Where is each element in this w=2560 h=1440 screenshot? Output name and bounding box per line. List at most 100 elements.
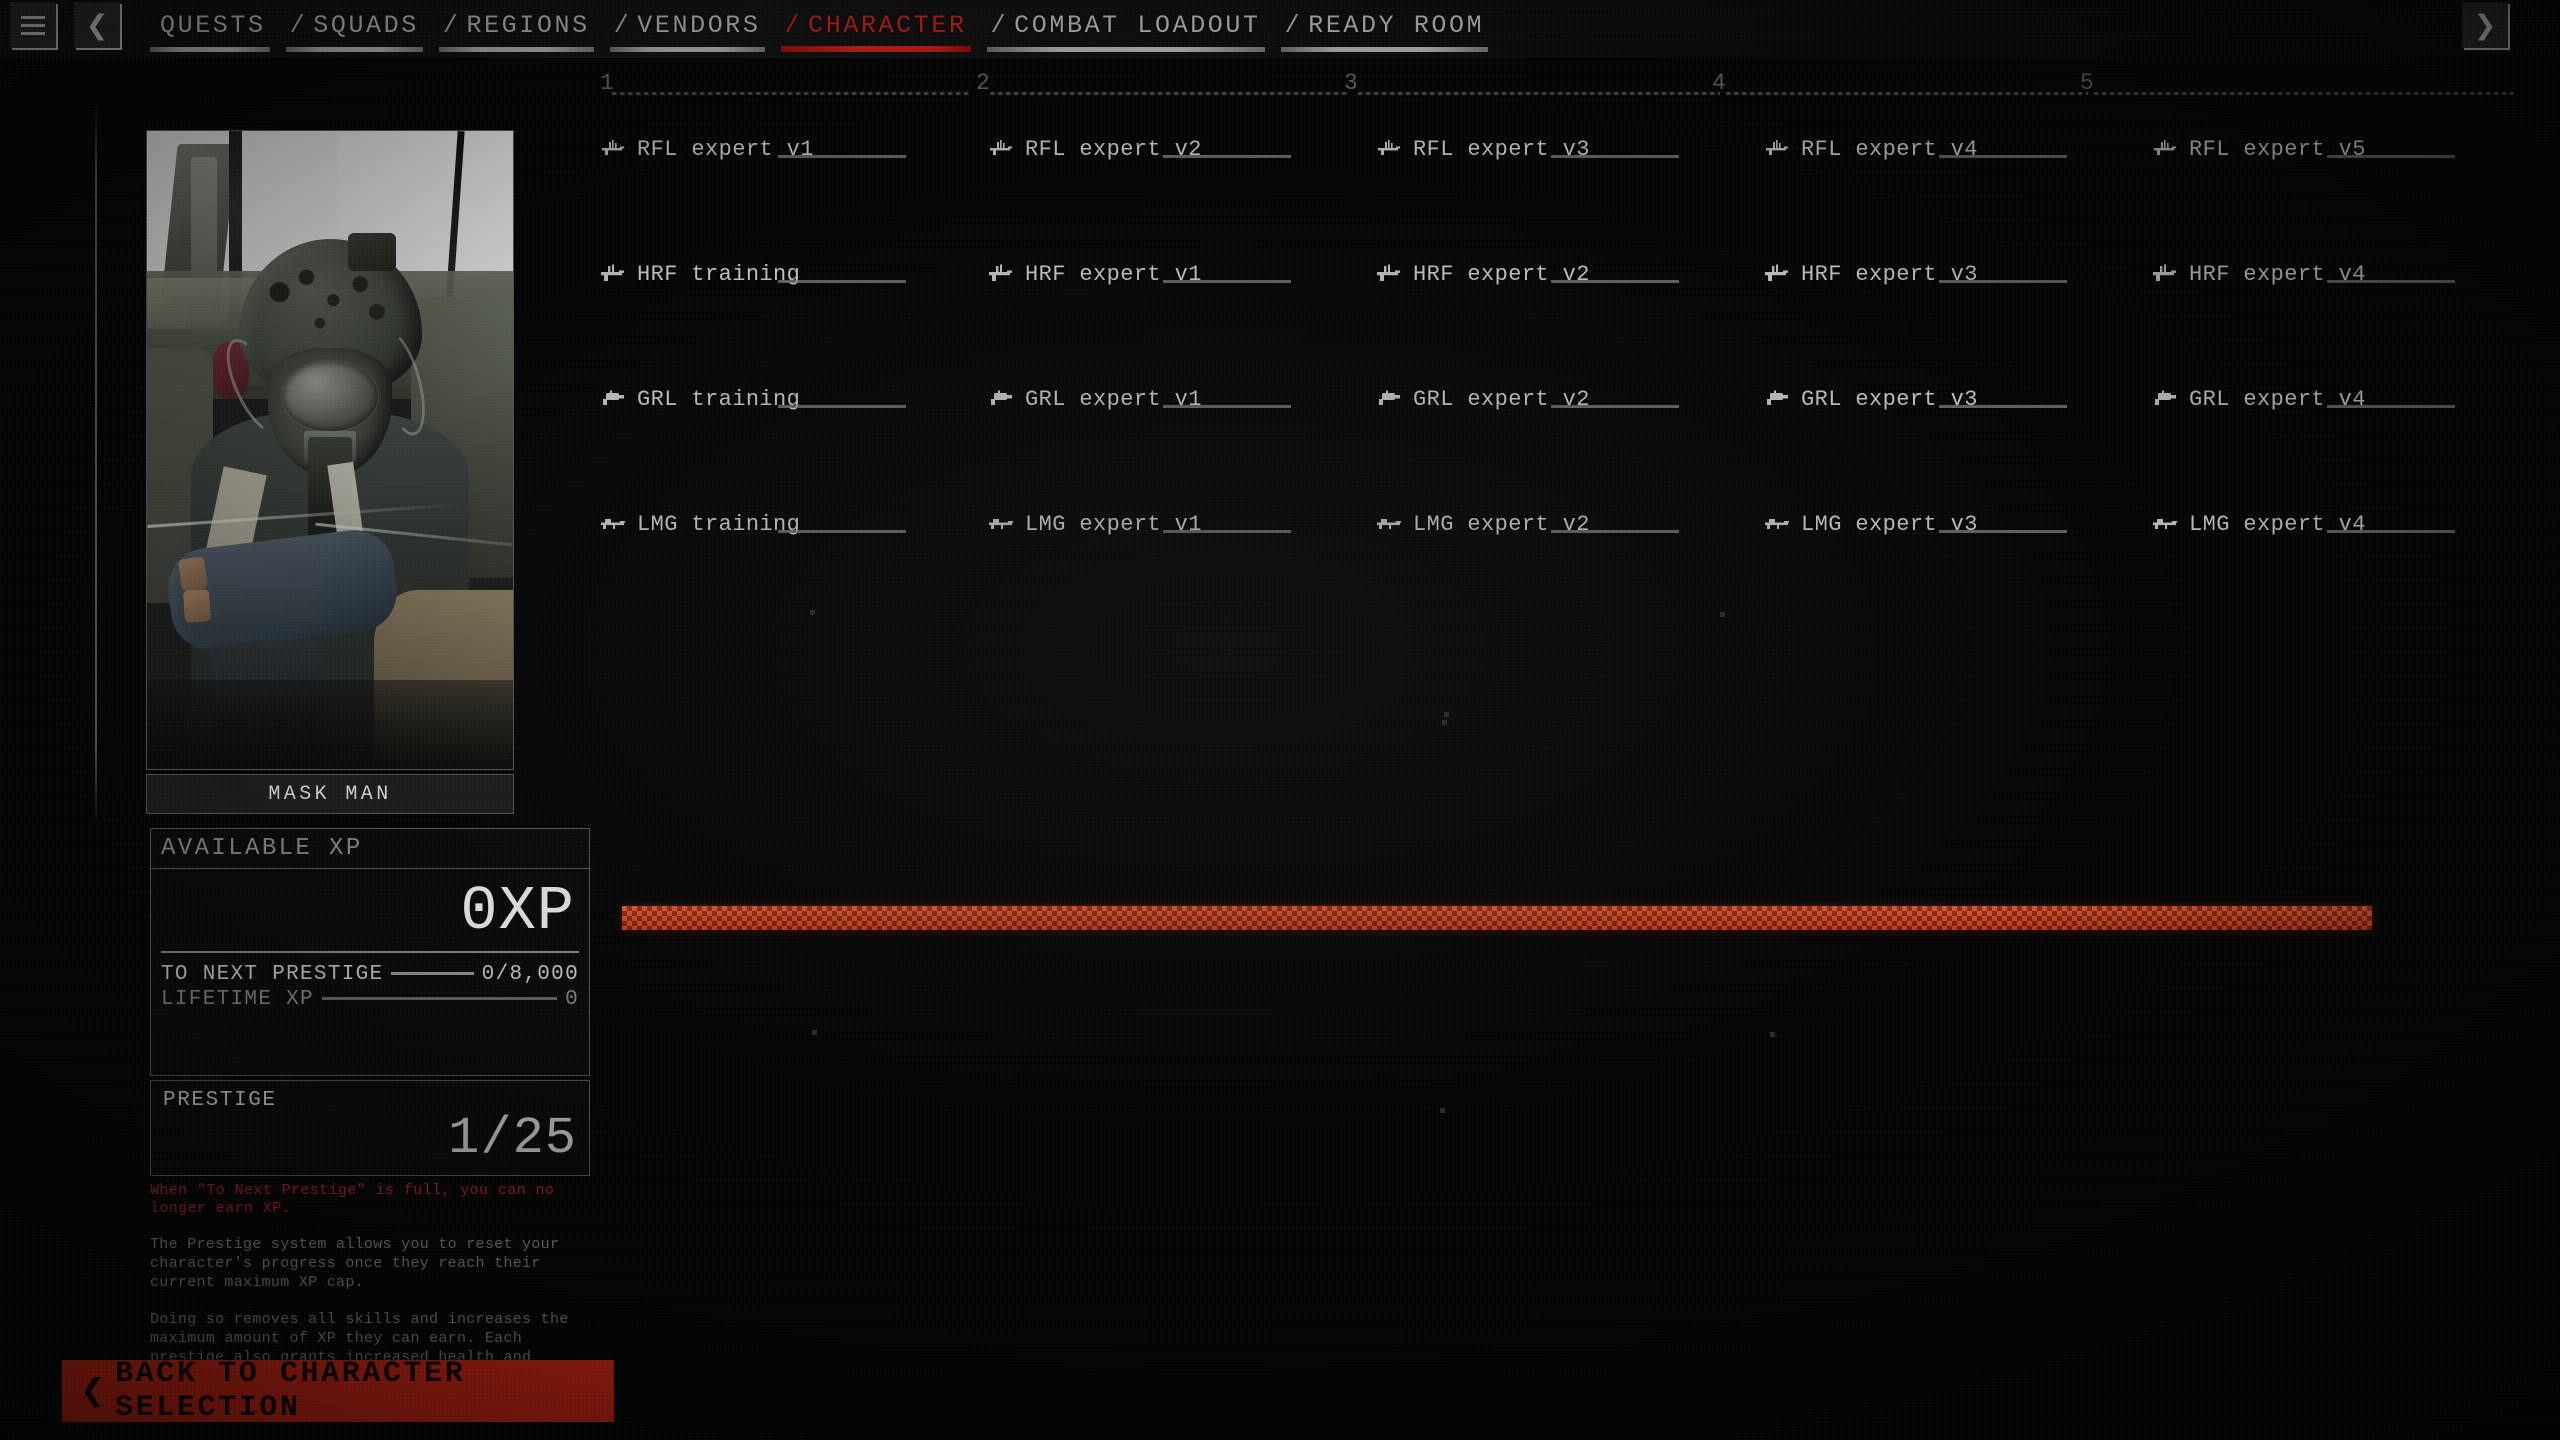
rifle-icon	[600, 139, 626, 159]
skill-rfl-expert-v5[interactable]: RFL expert v5	[2152, 137, 2540, 162]
skill-row-rfl: RFL expert v1 RFL expert v2 RFL expert v…	[600, 122, 2540, 176]
skill-hrf-training[interactable]: HRF training	[600, 262, 988, 287]
skill-hrf-expert-v3[interactable]: HRF expert v3	[1764, 262, 2152, 287]
character-name-bar: MASK MAN	[146, 774, 514, 814]
skill-label: RFL expert v2	[1025, 136, 1202, 162]
heavy-rifle-icon	[600, 264, 626, 284]
light-machine-gun-icon	[600, 514, 626, 534]
tab-quests-underline	[150, 47, 270, 52]
skill-grl-expert-v1[interactable]: GRL expert v1	[988, 387, 1376, 412]
skill-hrf-expert-v2[interactable]: HRF expert v2	[1376, 262, 1764, 287]
available-xp-box: 0XP TO NEXT PRESTIGE 0/8,000 LIFETIME XP…	[150, 868, 590, 1076]
nav-next-button[interactable]: ❯	[2462, 2, 2508, 48]
skill-lmg-expert-v1[interactable]: LMG expert v1	[988, 512, 1376, 537]
skill-progress-underline	[1163, 404, 1291, 408]
chevron-left-icon: ❮	[80, 1373, 106, 1408]
skill-progress-underline	[2327, 279, 2455, 283]
skill-progress-underline	[1551, 154, 1679, 158]
decor-node	[1440, 1108, 1445, 1113]
tab-squads-slash: /	[289, 11, 308, 40]
skill-label: LMG expert v3	[1801, 511, 1978, 537]
rifle-icon	[988, 139, 1014, 159]
xp-progress-bar[interactable]	[622, 906, 2372, 930]
skill-grl-training[interactable]: GRL training	[600, 387, 988, 412]
tab-quests[interactable]: QUESTS	[142, 0, 278, 58]
tab-quests-label: QUESTS	[160, 11, 266, 40]
skill-lmg-expert-v2[interactable]: LMG expert v2	[1376, 512, 1764, 537]
skill-label: RFL expert v4	[1801, 136, 1978, 162]
skill-grl-expert-v3[interactable]: GRL expert v3	[1764, 387, 2152, 412]
tab-combat-loadout[interactable]: / COMBAT LOADOUT	[979, 0, 1273, 58]
tab-regions-label: REGIONS	[466, 11, 590, 40]
tab-vendors-label: VENDORS	[637, 11, 761, 40]
tab-character-underline	[780, 46, 971, 52]
skill-lmg-expert-v4[interactable]: LMG expert v4	[2152, 512, 2540, 537]
tab-character[interactable]: / CHARACTER	[773, 0, 979, 58]
prestige-value: 1/25	[448, 1109, 577, 1168]
grenade-launcher-icon	[1764, 389, 1790, 409]
to-next-prestige-leader	[391, 972, 474, 975]
tab-vendors[interactable]: / VENDORS	[602, 0, 773, 58]
skill-hrf-expert-v1[interactable]: HRF expert v1	[988, 262, 1376, 287]
skill-rfl-expert-v2[interactable]: RFL expert v2	[988, 137, 1376, 162]
available-xp-title: AVAILABLE XP	[150, 828, 590, 868]
skill-progress-underline	[1551, 404, 1679, 408]
back-to-character-selection-button[interactable]: ❮ BACK TO CHARACTER SELECTION	[62, 1357, 614, 1425]
skill-progress-underline	[778, 529, 906, 533]
skill-label: LMG expert v4	[2189, 511, 2366, 537]
column-number-5: 5	[2080, 70, 2095, 96]
grenade-launcher-icon	[1376, 389, 1402, 409]
tab-squads[interactable]: / SQUADS	[278, 0, 431, 58]
tab-regions[interactable]: / REGIONS	[431, 0, 602, 58]
light-machine-gun-icon	[1764, 514, 1790, 534]
skill-rfl-expert-v3[interactable]: RFL expert v3	[1376, 137, 1764, 162]
skill-grl-expert-v2[interactable]: GRL expert v2	[1376, 387, 1764, 412]
prestige-box: PRESTIGE 1/25	[150, 1080, 590, 1176]
xp-panel: AVAILABLE XP 0XP TO NEXT PRESTIGE 0/8,00…	[150, 828, 590, 1386]
column-number-2: 2	[976, 70, 991, 96]
tab-regions-slash: /	[442, 11, 461, 40]
to-next-prestige-value: 0/8,000	[481, 963, 579, 986]
skill-tree-column-headers: 1 2 3 4 5	[600, 70, 2540, 104]
prestige-description-1: The Prestige system allows you to reset …	[150, 1236, 560, 1291]
tab-ready-room-slash: /	[1284, 11, 1303, 40]
to-next-prestige-row: TO NEXT PRESTIGE 0/8,000	[161, 963, 579, 986]
skill-grl-expert-v4[interactable]: GRL expert v4	[2152, 387, 2540, 412]
grenade-launcher-icon	[988, 389, 1014, 409]
skill-label: HRF expert v2	[1413, 261, 1590, 287]
tab-character-slash: /	[784, 11, 803, 40]
skill-progress-underline	[778, 279, 906, 283]
heavy-rifle-icon	[1764, 264, 1790, 284]
tab-squads-label: SQUADS	[313, 11, 419, 40]
skill-label: GRL expert v3	[1801, 386, 1978, 412]
skill-progress-underline	[1551, 529, 1679, 533]
skill-label: LMG training	[637, 511, 801, 537]
skill-rfl-expert-v4[interactable]: RFL expert v4	[1764, 137, 2152, 162]
lifetime-xp-value: 0	[565, 988, 579, 1011]
hamburger-menu-button[interactable]	[10, 2, 56, 48]
available-xp-value: 0XP	[161, 875, 579, 953]
light-machine-gun-icon	[2152, 514, 2178, 534]
skill-progress-underline	[1939, 279, 2067, 283]
skill-row-grl: GRL training GRL expert v1 GRL expert v2…	[600, 372, 2540, 426]
character-name: MASK MAN	[268, 782, 392, 806]
tab-ready-room[interactable]: / READY ROOM	[1273, 0, 1497, 58]
skill-progress-underline	[2327, 154, 2455, 158]
skill-label: HRF expert v3	[1801, 261, 1978, 287]
hamburger-menu-icon	[21, 15, 45, 35]
tab-ready-room-underline	[1280, 47, 1489, 52]
skill-label: GRL expert v2	[1413, 386, 1590, 412]
nav-prev-button[interactable]: ❮	[74, 2, 120, 48]
skill-progress-underline	[1551, 279, 1679, 283]
heavy-rifle-icon	[988, 264, 1014, 284]
lifetime-xp-leader	[321, 997, 558, 1000]
skill-rfl-expert-v1[interactable]: RFL expert v1	[600, 137, 988, 162]
tab-combat-loadout-underline	[986, 47, 1265, 52]
skill-hrf-expert-v4[interactable]: HRF expert v4	[2152, 262, 2540, 287]
skill-rows: RFL expert v1 RFL expert v2 RFL expert v…	[600, 122, 2540, 551]
skill-lmg-training[interactable]: LMG training	[600, 512, 988, 537]
skill-label: LMG expert v2	[1413, 511, 1590, 537]
skill-lmg-expert-v3[interactable]: LMG expert v3	[1764, 512, 2152, 537]
skill-row-lmg: LMG training LMG expert v1 LMG expert v2…	[600, 497, 2540, 551]
top-navigation-bar: ❮ QUESTS / SQUADS / REGIONS / VENDORS / CHAR…	[0, 0, 2560, 58]
